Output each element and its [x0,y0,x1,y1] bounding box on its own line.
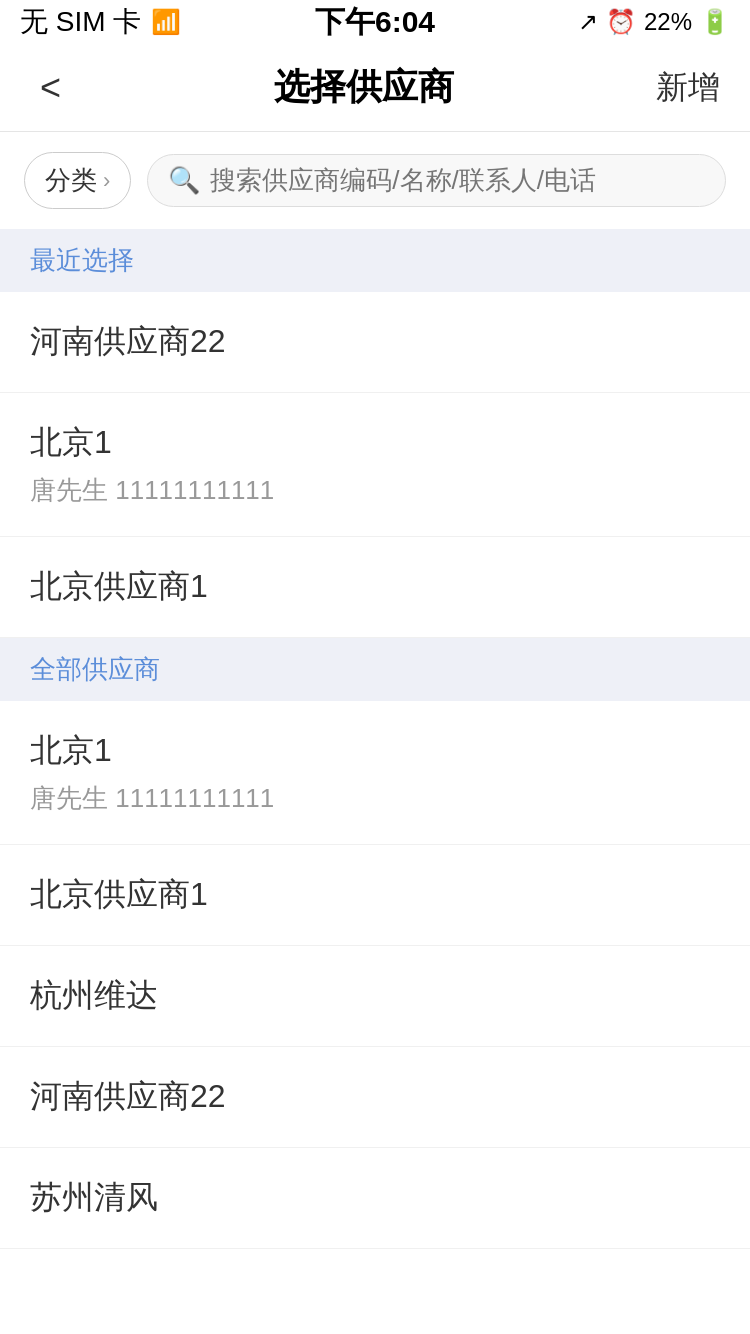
all-section-label: 全部供应商 [30,654,160,684]
list-item[interactable]: 苏州清风 [0,1148,750,1249]
status-time: 下午6:04 [315,2,435,43]
alarm-icon: ⏰ [606,8,636,36]
item-contact: 唐先生 11111111111 [30,781,720,816]
list-item[interactable]: 河南供应商22 [0,292,750,393]
item-name: 北京1 [30,729,720,773]
back-button[interactable]: < [30,57,71,119]
list-item[interactable]: 北京1 唐先生 11111111111 [0,393,750,537]
new-action-button[interactable]: 新增 [656,66,720,110]
battery-text: 22% [644,8,692,36]
filter-bar: 分类 › 🔍 [0,132,750,229]
item-contact: 唐先生 11111111111 [30,473,720,508]
list-item[interactable]: 河南供应商22 [0,1047,750,1148]
item-name: 杭州维达 [30,974,720,1018]
status-left: 无 SIM 卡 📶 [20,3,181,41]
nav-bar: < 选择供应商 新增 [0,44,750,132]
item-name: 河南供应商22 [30,1075,720,1119]
search-input[interactable] [210,165,705,196]
recent-list: 河南供应商22 北京1 唐先生 11111111111 北京供应商1 [0,292,750,638]
carrier-text: 无 SIM 卡 [20,3,141,41]
all-list: 北京1 唐先生 11111111111 北京供应商1 杭州维达 河南供应商22 … [0,701,750,1249]
search-icon: 🔍 [168,165,200,196]
page-title: 选择供应商 [274,63,454,112]
battery-icon: 🔋 [700,8,730,36]
location-icon: ↗ [578,8,598,36]
status-bar: 无 SIM 卡 📶 下午6:04 ↗ ⏰ 22% 🔋 [0,0,750,44]
item-name: 北京供应商1 [30,565,720,609]
back-chevron: < [40,67,61,108]
status-right: ↗ ⏰ 22% 🔋 [578,8,730,36]
item-name: 河南供应商22 [30,320,720,364]
list-item[interactable]: 北京供应商1 [0,845,750,946]
search-box[interactable]: 🔍 [147,154,726,207]
recent-section-label: 最近选择 [30,245,134,275]
list-item[interactable]: 北京供应商1 [0,537,750,638]
category-label: 分类 [45,163,97,198]
recent-section-header: 最近选择 [0,229,750,292]
chevron-right-icon: › [103,168,110,194]
list-item[interactable]: 北京1 唐先生 11111111111 [0,701,750,845]
item-name: 北京1 [30,421,720,465]
item-name: 北京供应商1 [30,873,720,917]
category-button[interactable]: 分类 › [24,152,131,209]
wifi-icon: 📶 [151,8,181,36]
all-section-header: 全部供应商 [0,638,750,701]
item-name: 苏州清风 [30,1176,720,1220]
list-item[interactable]: 杭州维达 [0,946,750,1047]
